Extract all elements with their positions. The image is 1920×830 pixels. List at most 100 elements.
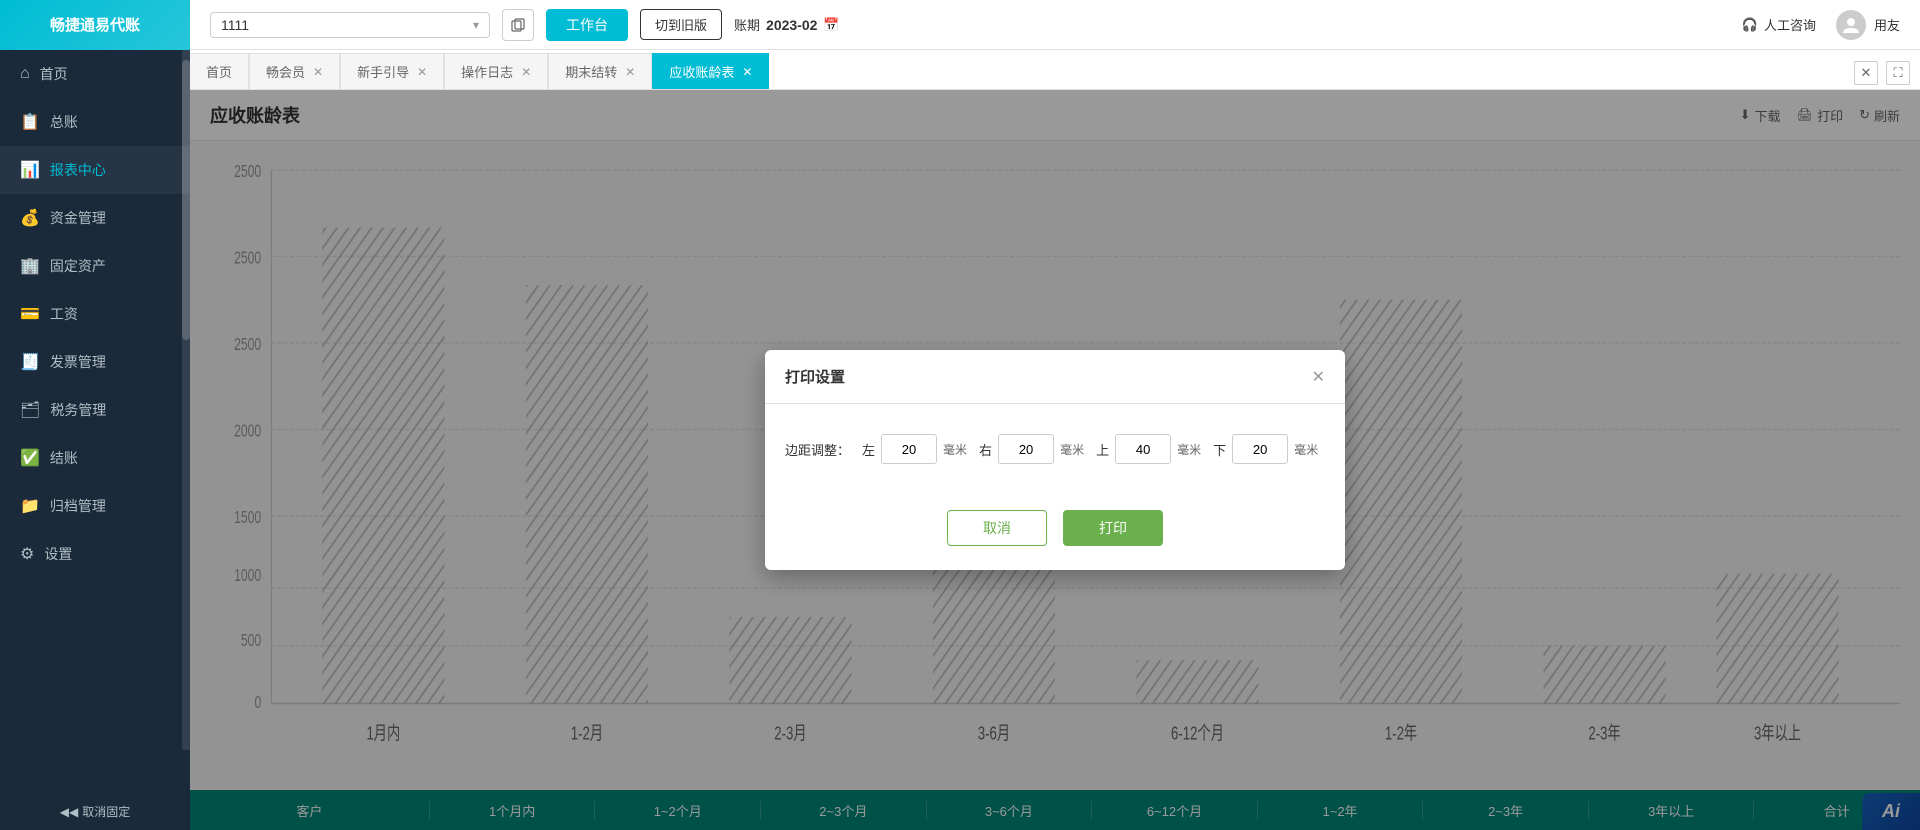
copy-icon-button[interactable] bbox=[502, 9, 534, 41]
tab-label-oplog: 操作日志 bbox=[461, 62, 513, 81]
dialog-body: 边距调整： 左 毫米 右 毫米 bbox=[765, 404, 1345, 494]
left-margin-input[interactable] bbox=[881, 434, 937, 464]
sidebar-item-fund[interactable]: 💰 资金管理 bbox=[0, 194, 190, 242]
tab-fullscreen-button[interactable]: ⛶ bbox=[1886, 61, 1910, 85]
consult-button[interactable]: 🎧 人工咨询 bbox=[1742, 15, 1816, 34]
tab-guide[interactable]: 新手引导 ✕ bbox=[340, 53, 444, 89]
tab-member[interactable]: 畅会员 ✕ bbox=[249, 53, 340, 89]
sidebar-icon-salary: 💳 bbox=[20, 304, 40, 324]
cancel-pin-button[interactable]: ◀◀ 取消固定 bbox=[0, 793, 190, 830]
tab-home[interactable]: 首页 bbox=[190, 53, 249, 89]
sidebar-icon-fund: 💰 bbox=[20, 208, 40, 228]
right-margin-input[interactable] bbox=[998, 434, 1054, 464]
tab-close-oplog[interactable]: ✕ bbox=[521, 65, 531, 79]
sidebar-icon-ledger: 📋 bbox=[20, 112, 40, 132]
cancel-pin-label: 取消固定 bbox=[82, 803, 130, 820]
sidebar-icon-settings: ⚙ bbox=[20, 544, 34, 564]
sidebar-label-fixed-asset: 固定资产 bbox=[50, 256, 106, 276]
sidebar-item-ledger[interactable]: 📋 总账 bbox=[0, 98, 190, 146]
sidebar-icon-fixed-asset: 🏢 bbox=[20, 256, 40, 276]
sidebar-label-tax: 税务管理 bbox=[50, 400, 106, 420]
top-unit-label: 毫米 bbox=[1177, 441, 1201, 458]
tab-oplog[interactable]: 操作日志 ✕ bbox=[444, 53, 548, 89]
right-margin-group: 右 毫米 bbox=[979, 434, 1084, 464]
margin-settings: 边距调整： 左 毫米 右 毫米 bbox=[785, 434, 1325, 464]
tab-close-aging[interactable]: ✕ bbox=[742, 65, 752, 79]
logo-text: 畅捷通易代账 bbox=[50, 14, 140, 35]
dialog-header: 打印设置 ✕ bbox=[765, 350, 1345, 404]
sidebar-label-ledger: 总账 bbox=[50, 112, 78, 132]
main-layout: ⌂首页 📋 总账 📊 报表中心 💰 资金管理 🏢 固定资产 💳 工资 🧾 发票管理 🗂 税务管理 ✅结账📁归档… bbox=[0, 50, 1920, 830]
sidebar-label-salary: 工资 bbox=[50, 304, 78, 324]
tab-close-all-button[interactable]: ✕ bbox=[1854, 61, 1878, 85]
sidebar-item-report[interactable]: 📊 报表中心 bbox=[0, 146, 190, 194]
sidebar-label-invoice: 发票管理 bbox=[50, 352, 106, 372]
right-direction-label: 右 bbox=[979, 440, 992, 459]
tab-bar: 首页畅会员✕新手引导✕操作日志✕期末结转✕应收账龄表✕ ✕ ⛶ bbox=[190, 50, 1920, 90]
calendar-icon[interactable]: 📅 bbox=[823, 17, 839, 33]
sidebar-scroll-area: ⌂首页 📋 总账 📊 报表中心 💰 资金管理 🏢 固定资产 💳 工资 🧾 发票管理 🗂 税务管理 ✅结账📁归档… bbox=[0, 50, 190, 793]
pin-icon: ◀◀ bbox=[60, 805, 78, 819]
sidebar-item-home[interactable]: ⌂首页 bbox=[0, 50, 190, 98]
cancel-button[interactable]: 取消 bbox=[947, 510, 1047, 546]
bottom-unit-label: 毫米 bbox=[1294, 441, 1318, 458]
sidebar-icon-report: 📊 bbox=[20, 160, 40, 180]
tab-label-member: 畅会员 bbox=[266, 62, 305, 81]
top-margin-input[interactable] bbox=[1115, 434, 1171, 464]
sidebar-item-archive[interactable]: 📁归档管理 bbox=[0, 482, 190, 530]
avatar bbox=[1836, 10, 1866, 40]
margin-label: 边距调整： bbox=[785, 440, 850, 459]
period-value: 2023-02 bbox=[766, 17, 817, 33]
top-header: 畅捷通易代账 1111 ▾ 工作台 切到旧版 账期 2023-02 📅 🎧 人工… bbox=[0, 0, 1920, 50]
switch-old-button[interactable]: 切到旧版 bbox=[640, 9, 722, 40]
confirm-print-button[interactable]: 打印 bbox=[1063, 510, 1163, 546]
consult-label: 人工咨询 bbox=[1764, 15, 1816, 34]
tab-label-guide: 新手引导 bbox=[357, 62, 409, 81]
sidebar-label-report: 报表中心 bbox=[50, 160, 106, 180]
sidebar: ⌂首页 📋 总账 📊 报表中心 💰 资金管理 🏢 固定资产 💳 工资 🧾 发票管理 🗂 税务管理 ✅结账📁归档… bbox=[0, 50, 190, 830]
sidebar-icon-archive: 📁 bbox=[20, 496, 40, 516]
period-area: 账期 2023-02 📅 bbox=[734, 15, 840, 34]
left-direction-label: 左 bbox=[862, 440, 875, 459]
sidebar-icon-tax: 🗂 bbox=[20, 400, 40, 420]
left-unit-label: 毫米 bbox=[943, 441, 967, 458]
sidebar-label-home: 首页 bbox=[40, 64, 68, 84]
sidebar-icon-invoice: 🧾 bbox=[20, 352, 40, 372]
period-label: 账期 bbox=[734, 15, 760, 34]
sidebar-label-fund: 资金管理 bbox=[50, 208, 106, 228]
dialog-close-button[interactable]: ✕ bbox=[1312, 367, 1325, 387]
top-direction-label: 上 bbox=[1096, 440, 1109, 459]
company-selector[interactable]: 1111 ▾ bbox=[210, 12, 490, 38]
sidebar-item-checkout[interactable]: ✅结账 bbox=[0, 434, 190, 482]
header-right: 🎧 人工咨询 用友 bbox=[1742, 10, 1900, 40]
tab-period-end[interactable]: 期末结转✕ bbox=[548, 53, 652, 89]
content-area: 首页畅会员✕新手引导✕操作日志✕期末结转✕应收账龄表✕ ✕ ⛶ 应收账龄表 ⬇ … bbox=[190, 50, 1920, 830]
tab-close-member[interactable]: ✕ bbox=[313, 65, 323, 79]
tab-close-period-end[interactable]: ✕ bbox=[625, 65, 635, 79]
dialog-footer: 取消 打印 bbox=[765, 494, 1345, 570]
company-name: 1111 bbox=[221, 17, 465, 33]
left-margin-group: 左 毫米 bbox=[862, 434, 967, 464]
tab-aging[interactable]: 应收账龄表 ✕ bbox=[652, 53, 769, 89]
bottom-margin-input[interactable] bbox=[1232, 434, 1288, 464]
user-area[interactable]: 用友 bbox=[1836, 10, 1900, 40]
sidebar-item-tax[interactable]: 🗂 税务管理 bbox=[0, 386, 190, 434]
sidebar-item-invoice[interactable]: 🧾 发票管理 bbox=[0, 338, 190, 386]
sidebar-item-settings[interactable]: ⚙ 设置 bbox=[0, 530, 190, 578]
sidebar-label-settings: 设置 bbox=[44, 544, 72, 564]
sidebar-item-fixed-asset[interactable]: 🏢 固定资产 bbox=[0, 242, 190, 290]
sidebar-item-salary[interactable]: 💳 工资 bbox=[0, 290, 190, 338]
logo-area: 畅捷通易代账 bbox=[0, 0, 190, 50]
page-content: 应收账龄表 ⬇ 下载 🖨 打印 ↻ 刷新 bbox=[190, 90, 1920, 830]
tab-bar-actions: ✕ ⛶ bbox=[1854, 61, 1920, 89]
top-margin-group: 上 毫米 bbox=[1096, 434, 1201, 464]
overlay: 打印设置 ✕ 边距调整： 左 毫米 右 bbox=[190, 90, 1920, 830]
tab-label-aging: 应收账龄表 bbox=[669, 62, 734, 81]
tab-close-guide[interactable]: ✕ bbox=[417, 65, 427, 79]
workbench-button[interactable]: 工作台 bbox=[546, 9, 628, 41]
sidebar-icon-checkout: ✅ bbox=[20, 448, 40, 468]
bottom-margin-group: 下 毫米 bbox=[1213, 434, 1318, 464]
tab-label-home: 首页 bbox=[206, 62, 232, 81]
chevron-down-icon: ▾ bbox=[473, 18, 479, 32]
print-settings-dialog: 打印设置 ✕ 边距调整： 左 毫米 右 bbox=[765, 350, 1345, 570]
